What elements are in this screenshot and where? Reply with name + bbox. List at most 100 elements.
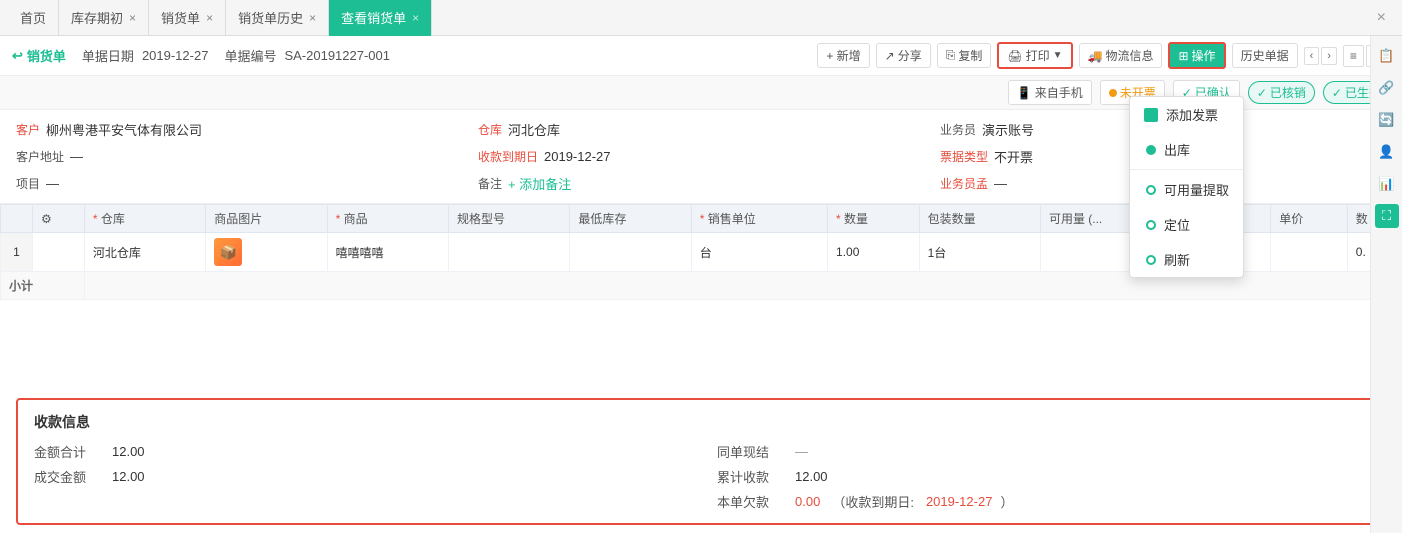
document-icon: 📋	[1378, 48, 1394, 64]
list-view-button[interactable]: ≡	[1343, 45, 1364, 67]
tab-view-sales[interactable]: 查看销货单 ×	[329, 0, 432, 36]
tab-sales-order-close[interactable]: ×	[206, 11, 213, 25]
cumulative-value: 12.00	[795, 469, 828, 484]
project-label: 项目	[16, 175, 40, 192]
tab-sales-history-close[interactable]: ×	[309, 11, 316, 25]
cumulative-label: 累计收款	[717, 467, 787, 486]
address-label: 客户地址	[16, 148, 64, 165]
same-order-row: 同单现结 —	[717, 442, 1368, 461]
share-button[interactable]: ↗ 分享	[876, 43, 931, 68]
row-num: 1	[1, 233, 33, 272]
circle-icon	[1146, 145, 1156, 155]
verified-badge[interactable]: ✓ 已核销	[1248, 81, 1315, 104]
outbound-item[interactable]: 出库	[1130, 132, 1243, 167]
print-dropdown-arrow: ▼	[1053, 50, 1063, 61]
logistics-icon: 🚚	[1088, 49, 1103, 63]
operations-button[interactable]: ⊞ 操作	[1168, 42, 1225, 69]
transaction-label: 成交金额	[34, 467, 104, 486]
doc-actions: + 新增 ↗ 分享 ⎘ 复制 🖨 打印 ▼ 🚚 物流信息	[817, 42, 1390, 69]
side-icon-expand[interactable]: ⛶	[1375, 204, 1399, 228]
doc-meta: 单据日期 2019-12-27 单据编号 SA-20191227-001	[82, 46, 390, 65]
from-phone-button[interactable]: 📱 来自手机	[1008, 80, 1092, 105]
side-icon-user[interactable]: 👤	[1375, 140, 1399, 164]
row-warehouse: 河北仓库	[84, 233, 205, 272]
staff-label: 业务员	[940, 121, 976, 138]
circle-outline-icon-2	[1146, 220, 1156, 230]
window-close-button[interactable]: ×	[1369, 5, 1394, 30]
chart-icon: 📊	[1378, 176, 1394, 192]
col-price: 单价	[1271, 205, 1348, 233]
tab-bar: 首页 库存期初 × 销货单 × 销货单历史 × 查看销货单 × ×	[0, 0, 1402, 36]
address-value: —	[70, 149, 83, 164]
payment-date-value: 2019-12-27	[544, 149, 611, 164]
customer-value: 柳州粤港平安气体有限公司	[46, 120, 202, 139]
side-icon-link[interactable]: 🔗	[1375, 76, 1399, 100]
tab-inventory-init[interactable]: 库存期初 ×	[59, 0, 149, 36]
tab-inventory-init-close[interactable]: ×	[129, 11, 136, 25]
expand-icon: ⛶	[1382, 208, 1391, 224]
tab-home[interactable]: 首页	[8, 0, 59, 36]
dropdown-divider	[1130, 169, 1243, 170]
salesperson-value: —	[994, 176, 1007, 191]
balance-note-end: ）	[1000, 492, 1013, 511]
col-unit: 销售单位	[691, 205, 827, 233]
phone-icon: 📱	[1017, 86, 1032, 100]
operations-dropdown: 添加发票 出库 可用量提取 定位 刷新	[1129, 96, 1244, 278]
row-pack-qty: 1台	[919, 233, 1040, 272]
history-button[interactable]: 历史单据	[1232, 43, 1298, 68]
check-circle-icon-2: ✓	[1332, 86, 1342, 100]
side-icon-doc[interactable]: 📋	[1375, 44, 1399, 68]
address-field: 客户地址 —	[16, 147, 462, 166]
check-circle-icon: ✓	[1257, 86, 1267, 100]
payment-info-grid: 金额合计 12.00 成交金额 12.00 同单现结 — 累计收款	[34, 442, 1368, 511]
col-product: 商品	[327, 205, 448, 233]
locate-item[interactable]: 定位	[1130, 207, 1243, 242]
tab-view-sales-close[interactable]: ×	[412, 11, 419, 25]
doc-type: ↩ 销货单	[12, 46, 66, 65]
transaction-value: 12.00	[112, 469, 145, 484]
print-button[interactable]: 🖨 打印 ▼	[997, 42, 1072, 69]
subtotal-label: 小计	[1, 272, 85, 300]
link-icon: 🔗	[1378, 80, 1394, 96]
share-icon: ↗	[885, 49, 895, 63]
total-amount-row: 金额合计 12.00	[34, 442, 685, 461]
row-product: 嘻嘻嘻嘻	[327, 233, 448, 272]
add-invoice-item[interactable]: 添加发票	[1130, 97, 1243, 132]
nav-arrows: ‹ ›	[1304, 47, 1337, 65]
next-button[interactable]: ›	[1321, 47, 1337, 65]
side-icons-panel: 📋 🔗 🔄 👤 📊 ⛶	[1370, 36, 1402, 533]
remark-field: 备注 + 添加备注	[478, 174, 924, 193]
balance-row: 本单欠款 0.00 （收款到期日: 2019-12-27 ）	[717, 492, 1368, 511]
new-button[interactable]: + 新增	[817, 43, 869, 68]
balance-date: 2019-12-27	[926, 494, 993, 509]
warehouse-value: 河北仓库	[508, 120, 560, 139]
settings-icon[interactable]: ⚙	[41, 212, 52, 226]
payment-info-section: 收款信息 金额合计 12.00 成交金额 12.00 同单现结 —	[16, 398, 1386, 525]
doc-type-icon: ↩	[12, 48, 23, 64]
refresh-item[interactable]: 刷新	[1130, 242, 1243, 277]
circle-outline-icon	[1146, 185, 1156, 195]
remark-add-button[interactable]: + 添加备注	[508, 174, 571, 193]
side-icon-chart[interactable]: 📊	[1375, 172, 1399, 196]
balance-label: 本单欠款	[717, 492, 787, 511]
payment-right: 同单现结 — 累计收款 12.00 本单欠款 0.00 （收款到期日: 2019…	[717, 442, 1368, 511]
ticket-type-value: 不开票	[994, 147, 1033, 166]
salesperson-label: 业务员孟	[940, 175, 988, 192]
col-num	[1, 205, 33, 233]
available-qty-item[interactable]: 可用量提取	[1130, 172, 1243, 207]
logistics-button[interactable]: 🚚 物流信息	[1079, 43, 1163, 68]
customer-label: 客户	[16, 121, 40, 138]
payment-date-label: 收款到期日	[478, 148, 538, 165]
copy-icon: ⎘	[946, 48, 956, 63]
col-min-stock: 最低库存	[570, 205, 691, 233]
staff-value: 演示账号	[982, 120, 1034, 139]
square-icon	[1144, 108, 1158, 122]
row-unit: 台	[691, 233, 827, 272]
side-icon-refresh[interactable]: 🔄	[1375, 108, 1399, 132]
tab-sales-history[interactable]: 销货单历史 ×	[226, 0, 329, 36]
col-qty: 数量	[828, 205, 920, 233]
tab-sales-order[interactable]: 销货单 ×	[149, 0, 226, 36]
col-settings: ⚙	[33, 205, 85, 233]
copy-button[interactable]: ⎘ 复制	[937, 43, 992, 68]
prev-button[interactable]: ‹	[1304, 47, 1320, 65]
